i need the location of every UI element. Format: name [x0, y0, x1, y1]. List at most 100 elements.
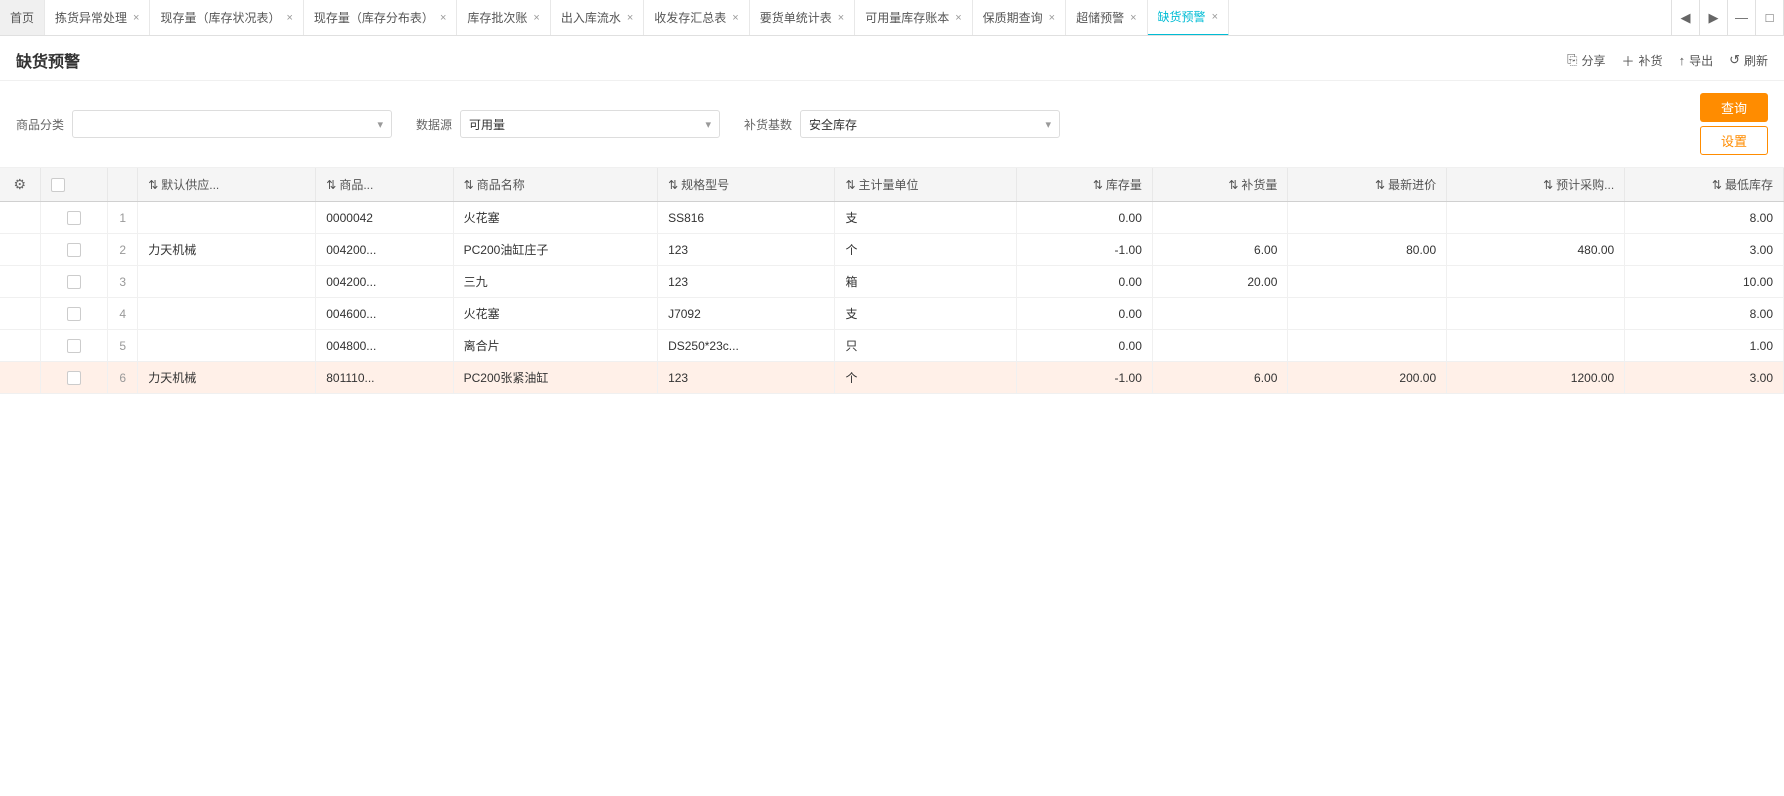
- share-icon: ⎘: [1567, 52, 1577, 68]
- share-label: 分享: [1582, 52, 1606, 69]
- td-checkbox-0[interactable]: [40, 202, 108, 234]
- tab-overstock[interactable]: 超储预警×: [1066, 0, 1147, 36]
- td-replenish-qty-1: 6.00: [1152, 234, 1288, 266]
- th-default-supplier[interactable]: ⇅ 默认供应...: [138, 168, 316, 202]
- td-row-num-3: 4: [108, 298, 138, 330]
- tab-close-inventory-status[interactable]: ×: [286, 12, 292, 24]
- replenish-base-value: 安全库存: [809, 116, 1037, 133]
- tab-close-inventory-dist[interactable]: ×: [440, 12, 446, 24]
- replenish-base-label: 补货基数: [744, 116, 792, 133]
- tab-close-batch[interactable]: ×: [533, 12, 539, 24]
- tab-stale[interactable]: 拣货异常处理×: [45, 0, 150, 36]
- row-checkbox-2[interactable]: [67, 275, 81, 289]
- th-stock[interactable]: ⇅ 库存量: [1017, 168, 1153, 202]
- th-goods-name-label: 商品名称: [477, 176, 525, 193]
- td-estimated-purchase-1: 480.00: [1447, 234, 1625, 266]
- tab-inventory-status[interactable]: 现存量（库存状况表）×: [150, 0, 303, 36]
- th-row-num: [108, 168, 138, 202]
- th-estimated-purchase-label: 预计采购...: [1556, 176, 1614, 193]
- tab-shortage[interactable]: 缺货预警×: [1148, 0, 1229, 36]
- td-min-stock-1: 3.00: [1625, 234, 1784, 266]
- datasource-select[interactable]: 可用量 ▾: [460, 110, 720, 138]
- replenish-button[interactable]: ＋ 补货: [1622, 51, 1663, 70]
- tab-home[interactable]: 首页: [0, 0, 45, 36]
- td-goods-name-4: 离合片: [453, 330, 657, 362]
- tab-nav-right[interactable]: ▶: [1700, 0, 1728, 36]
- td-checkbox-4[interactable]: [40, 330, 108, 362]
- td-gear-2: [0, 266, 40, 298]
- tab-label-inout-flow: 出入库流水: [561, 9, 621, 26]
- tab-available[interactable]: 可用量库存账本×: [855, 0, 972, 36]
- td-gear-5: [0, 362, 40, 394]
- tab-close-shortage[interactable]: ×: [1212, 11, 1218, 23]
- tab-minimize[interactable]: —: [1728, 0, 1756, 36]
- th-goods-code[interactable]: ⇅ 商品...: [316, 168, 453, 202]
- th-estimated-purchase-sort-icon: ⇅: [1543, 178, 1553, 192]
- td-spec-1: 123: [658, 234, 835, 266]
- td-min-stock-0: 8.00: [1625, 202, 1784, 234]
- row-checkbox-1[interactable]: [67, 243, 81, 257]
- table-container: ⚙ ⇅ 默认供应... ⇅ 商: [0, 168, 1784, 394]
- td-stock-3: 0.00: [1017, 298, 1153, 330]
- tab-collect[interactable]: 收发存汇总表×: [644, 0, 749, 36]
- tab-inout-flow[interactable]: 出入库流水 ×: [551, 0, 644, 36]
- th-replenish-qty[interactable]: ⇅ 补货量: [1152, 168, 1288, 202]
- th-goods-code-sort-icon: ⇅: [326, 178, 336, 192]
- th-latest-price-label: 最新进价: [1388, 176, 1436, 193]
- tab-maximize[interactable]: □: [1756, 0, 1784, 36]
- td-goods-name-2: 三九: [453, 266, 657, 298]
- tab-expiry[interactable]: 保质期查询×: [973, 0, 1066, 36]
- tab-close-overstock[interactable]: ×: [1130, 12, 1136, 24]
- refresh-button[interactable]: ↺ 刷新: [1729, 52, 1768, 69]
- th-unit-sort-icon: ⇅: [845, 178, 855, 192]
- tab-close-order-stat[interactable]: ×: [838, 12, 844, 24]
- tab-label-inventory-dist: 现存量（库存分布表）: [314, 9, 434, 26]
- row-checkbox-4[interactable]: [67, 339, 81, 353]
- th-latest-price-sort-icon: ⇅: [1375, 178, 1385, 192]
- tab-batch[interactable]: 库存批次账×: [457, 0, 550, 36]
- td-checkbox-3[interactable]: [40, 298, 108, 330]
- export-button[interactable]: ↑ 导出: [1679, 52, 1714, 69]
- row-checkbox-0[interactable]: [67, 211, 81, 225]
- th-min-stock[interactable]: ⇅ 最低库存: [1625, 168, 1784, 202]
- header-checkbox[interactable]: [51, 178, 65, 192]
- settings-button[interactable]: 设置: [1700, 126, 1768, 155]
- gear-icon[interactable]: ⚙: [13, 176, 26, 192]
- th-latest-price[interactable]: ⇅ 最新进价: [1288, 168, 1447, 202]
- th-min-stock-sort-icon: ⇅: [1712, 178, 1722, 192]
- th-default-supplier-sort-icon: ⇅: [148, 178, 158, 192]
- tab-close-collect[interactable]: ×: [732, 12, 738, 24]
- tab-close-inout-flow[interactable]: ×: [627, 12, 633, 24]
- th-spec[interactable]: ⇅ 规格型号: [658, 168, 835, 202]
- th-unit[interactable]: ⇅ 主计量单位: [835, 168, 1017, 202]
- td-min-stock-4: 1.00: [1625, 330, 1784, 362]
- refresh-icon: ↺: [1729, 52, 1740, 68]
- tab-close-available[interactable]: ×: [955, 12, 961, 24]
- tab-order-stat[interactable]: 要货单统计表×: [750, 0, 855, 36]
- td-stock-0: 0.00: [1017, 202, 1153, 234]
- td-checkbox-2[interactable]: [40, 266, 108, 298]
- refresh-label: 刷新: [1744, 52, 1768, 69]
- replenish-base-select[interactable]: 安全库存 ▾: [800, 110, 1060, 138]
- td-latest-price-5: 200.00: [1288, 362, 1447, 394]
- query-button[interactable]: 查询: [1700, 93, 1768, 122]
- tab-navigation: ◀ ▶ — □: [1671, 0, 1784, 36]
- category-select[interactable]: ▾: [72, 110, 392, 138]
- td-checkbox-1[interactable]: [40, 234, 108, 266]
- row-checkbox-3[interactable]: [67, 307, 81, 321]
- tab-inventory-dist[interactable]: 现存量（库存分布表） ×: [304, 0, 457, 36]
- th-goods-name[interactable]: ⇅ 商品名称: [453, 168, 657, 202]
- td-min-stock-2: 10.00: [1625, 266, 1784, 298]
- tab-close-stale[interactable]: ×: [133, 12, 139, 24]
- tab-close-expiry[interactable]: ×: [1049, 12, 1055, 24]
- td-unit-3: 支: [835, 298, 1017, 330]
- td-checkbox-5[interactable]: [40, 362, 108, 394]
- th-estimated-purchase[interactable]: ⇅ 预计采购...: [1447, 168, 1625, 202]
- th-goods-name-sort-icon: ⇅: [464, 178, 474, 192]
- row-checkbox-5[interactable]: [67, 371, 81, 385]
- table-row: 2力天机械004200...PC200油缸庄子123个-1.006.0080.0…: [0, 234, 1784, 266]
- tab-nav-left[interactable]: ◀: [1672, 0, 1700, 36]
- share-button[interactable]: ⎘ 分享: [1567, 52, 1605, 69]
- td-row-num-4: 5: [108, 330, 138, 362]
- td-goods-code-2: 004200...: [316, 266, 453, 298]
